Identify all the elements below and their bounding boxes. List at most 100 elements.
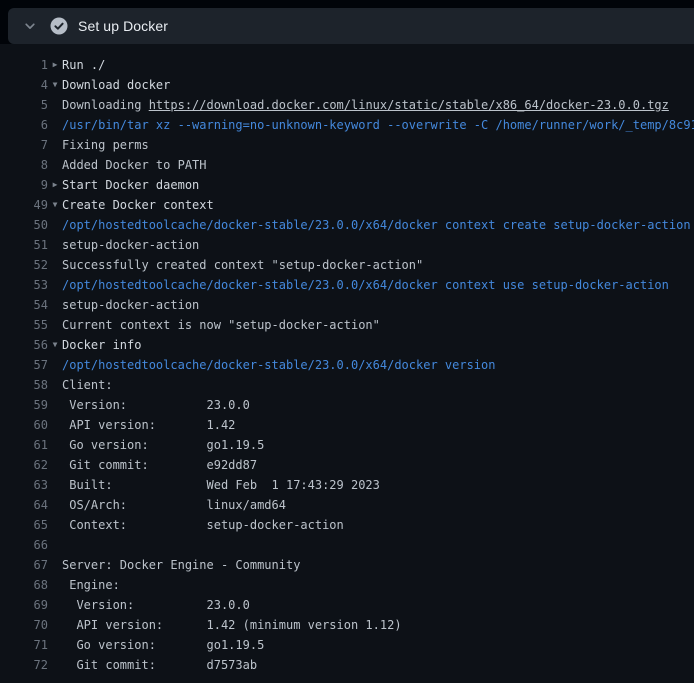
line-number-link[interactable]: 51 (0, 235, 48, 255)
toggle-spacer (48, 395, 62, 415)
line-number-link[interactable]: 59 (0, 395, 48, 415)
toggle-spacer (48, 255, 62, 275)
log-line: 60 API version: 1.42 (0, 415, 694, 435)
log-line: 68 Engine: (0, 575, 694, 595)
log-text: Context: setup-docker-action (62, 515, 344, 535)
log-line: 6/usr/bin/tar xz --warning=no-unknown-ke… (0, 115, 694, 135)
line-number-link[interactable]: 9 (0, 175, 48, 195)
line-number-link[interactable]: 4 (0, 75, 48, 95)
toggle-spacer (48, 315, 62, 335)
line-number-link[interactable]: 67 (0, 555, 48, 575)
line-number-link[interactable]: 64 (0, 495, 48, 515)
log-line[interactable]: 56▼Docker info (0, 335, 694, 355)
log-line: 52 Successfully created context "setup-do… (0, 255, 694, 275)
toggle-spacer (48, 655, 62, 675)
line-number-link[interactable]: 5 (0, 95, 48, 115)
collapse-group-icon[interactable]: ▼ (48, 195, 62, 215)
toggle-spacer (48, 515, 62, 535)
log-line: 59 Version: 23.0.0 (0, 395, 694, 415)
collapse-group-icon[interactable]: ▼ (48, 75, 62, 95)
log-line: 58Client: (0, 375, 694, 395)
toggle-spacer (48, 355, 62, 375)
line-number-link[interactable]: 8 (0, 155, 48, 175)
toggle-spacer (48, 375, 62, 395)
log-text: Successfully created context "setup-dock… (62, 255, 423, 275)
toggle-spacer (48, 215, 62, 235)
line-number-link[interactable]: 52 (0, 255, 48, 275)
toggle-spacer (48, 115, 62, 135)
line-number-link[interactable]: 61 (0, 435, 48, 455)
group-title[interactable]: Download docker (62, 75, 170, 95)
log-line: 57/opt/hostedtoolcache/docker-stable/23.… (0, 355, 694, 375)
line-number-link[interactable]: 72 (0, 655, 48, 675)
log-line: 62 Git commit: e92dd87 (0, 455, 694, 475)
line-number-link[interactable]: 6 (0, 115, 48, 135)
line-number-link[interactable]: 58 (0, 375, 48, 395)
line-number-link[interactable]: 65 (0, 515, 48, 535)
group-title[interactable]: Start Docker daemon (62, 175, 199, 195)
log-text: Go version: go1.19.5 (62, 435, 264, 455)
log-line[interactable]: 4▼Download docker (0, 75, 694, 95)
line-number-link[interactable]: 7 (0, 135, 48, 155)
log-line: 8Added Docker to PATH (0, 155, 694, 175)
line-number-link[interactable]: 62 (0, 455, 48, 475)
log-text: setup-docker-action (62, 295, 199, 315)
log-line[interactable]: 1▶Run ./ (0, 55, 694, 75)
line-number-link[interactable]: 70 (0, 615, 48, 635)
line-number-link[interactable]: 56 (0, 335, 48, 355)
toggle-spacer (48, 575, 62, 595)
toggle-spacer (48, 235, 62, 255)
expand-group-icon[interactable]: ▶ (48, 175, 62, 195)
log-text: /usr/bin/tar xz --warning=no-unknown-key… (62, 115, 694, 135)
log-line: 54 setup-docker-action (0, 295, 694, 315)
line-number-link[interactable]: 68 (0, 575, 48, 595)
log-line[interactable]: 49▼Create Docker context (0, 195, 694, 215)
log-line: 53/opt/hostedtoolcache/docker-stable/23.… (0, 275, 694, 295)
line-number-link[interactable]: 54 (0, 295, 48, 315)
line-number-link[interactable]: 66 (0, 535, 48, 555)
log-line: 72 Git commit: d7573ab (0, 655, 694, 675)
log-line: 63 Built: Wed Feb 1 17:43:29 2023 (0, 475, 694, 495)
group-title[interactable]: Docker info (62, 335, 141, 355)
group-title[interactable]: Create Docker context (62, 195, 214, 215)
log-line: 65 Context: setup-docker-action (0, 515, 694, 535)
toggle-spacer (48, 635, 62, 655)
toggle-spacer (48, 295, 62, 315)
step-header[interactable]: Set up Docker (8, 8, 694, 44)
line-number-link[interactable]: 53 (0, 275, 48, 295)
chevron-down-icon[interactable] (22, 18, 38, 34)
log-line: 7 Fixing perms (0, 135, 694, 155)
toggle-spacer (48, 155, 62, 175)
group-title[interactable]: Run ./ (62, 55, 105, 75)
log-line: 61 Go version: go1.19.5 (0, 435, 694, 455)
toggle-spacer (48, 475, 62, 495)
log-text: Fixing perms (62, 135, 149, 155)
log-text: /opt/hostedtoolcache/docker-stable/23.0.… (62, 275, 669, 295)
toggle-spacer (48, 275, 62, 295)
line-number-link[interactable]: 69 (0, 595, 48, 615)
line-number-link[interactable]: 63 (0, 475, 48, 495)
step-title: Set up Docker (78, 18, 168, 34)
line-number-link[interactable]: 57 (0, 355, 48, 375)
line-number-link[interactable]: 71 (0, 635, 48, 655)
expand-group-icon[interactable]: ▶ (48, 55, 62, 75)
log-line: 71 Go version: go1.19.5 (0, 635, 694, 655)
toggle-spacer (48, 95, 62, 115)
toggle-spacer (48, 455, 62, 475)
line-number-link[interactable]: 55 (0, 315, 48, 335)
line-number-link[interactable]: 49 (0, 195, 48, 215)
log-line: 70 API version: 1.42 (minimum version 1.… (0, 615, 694, 635)
toggle-spacer (48, 595, 62, 615)
toggle-spacer (48, 535, 62, 555)
line-number-link[interactable]: 1 (0, 55, 48, 75)
line-number-link[interactable]: 60 (0, 415, 48, 435)
log-line: 64 OS/Arch: linux/amd64 (0, 495, 694, 515)
log-url-link[interactable]: https://download.docker.com/linux/static… (149, 98, 669, 112)
check-circle-icon (50, 17, 68, 35)
collapse-group-icon[interactable]: ▼ (48, 335, 62, 355)
log-text: Version: 23.0.0 (62, 595, 250, 615)
toggle-spacer (48, 495, 62, 515)
log-line[interactable]: 9▶Start Docker daemon (0, 175, 694, 195)
toggle-spacer (48, 615, 62, 635)
line-number-link[interactable]: 50 (0, 215, 48, 235)
